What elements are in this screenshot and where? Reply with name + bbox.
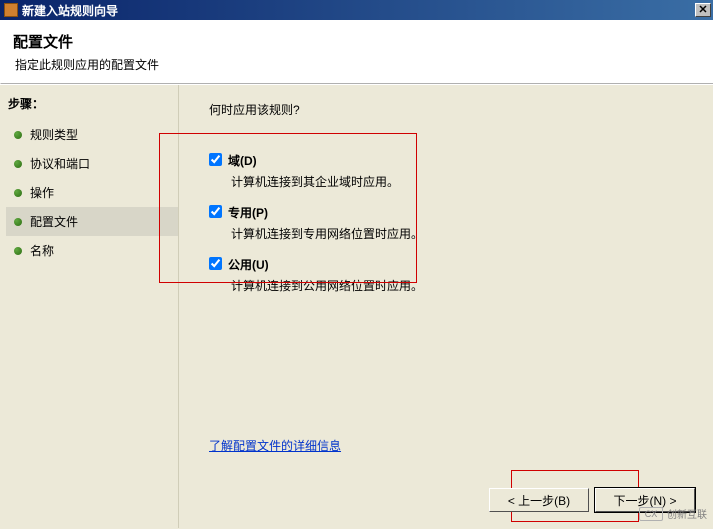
checkbox-row-domain: 域(D) [209, 152, 693, 169]
sidebar-title: 步骤： [8, 95, 178, 112]
next-button[interactable]: 下一步(N) > [595, 488, 695, 512]
sidebar-step-profile[interactable]: 配置文件 [6, 207, 178, 236]
page-title: 配置文件 [13, 31, 701, 52]
step-label: 协议和端口 [30, 155, 90, 172]
checkbox-private[interactable] [209, 205, 222, 218]
bullet-icon [14, 131, 22, 139]
checkbox-label-private: 专用(P) [228, 204, 268, 221]
window-title: 新建入站规则向导 [22, 2, 695, 19]
back-button[interactable]: < 上一步(B) [489, 488, 589, 512]
checkbox-label-domain: 域(D) [228, 152, 257, 169]
learn-more-link[interactable]: 了解配置文件的详细信息 [209, 437, 341, 454]
sidebar-step-name[interactable]: 名称 [6, 236, 178, 265]
step-label: 规则类型 [30, 126, 78, 143]
checkbox-desc-domain: 计算机连接到其企业域时应用。 [231, 173, 693, 190]
wizard-main: 何时应用该规则? 域(D) 计算机连接到其企业域时应用。 专用(P) 计算机连接… [178, 85, 713, 528]
checkbox-desc-public: 计算机连接到公用网络位置时应用。 [231, 277, 693, 294]
page-description: 指定此规则应用的配置文件 [15, 56, 701, 73]
checkbox-row-private: 专用(P) [209, 204, 693, 221]
titlebar: 新建入站规则向导 ✕ [0, 0, 713, 20]
checkbox-label-public: 公用(U) [228, 256, 269, 273]
app-icon [4, 3, 18, 17]
step-label: 名称 [30, 242, 54, 259]
bullet-icon [14, 160, 22, 168]
checkbox-desc-private: 计算机连接到专用网络位置时应用。 [231, 225, 693, 242]
sidebar-step-protocol-port[interactable]: 协议和端口 [6, 149, 178, 178]
bullet-icon [14, 247, 22, 255]
sidebar-step-rule-type[interactable]: 规则类型 [6, 120, 178, 149]
checkbox-public[interactable] [209, 257, 222, 270]
bullet-icon [14, 189, 22, 197]
close-button[interactable]: ✕ [695, 3, 711, 17]
checkbox-domain[interactable] [209, 153, 222, 166]
bullet-icon [14, 218, 22, 226]
question-text: 何时应用该规则? [209, 101, 693, 118]
wizard-body: 步骤： 规则类型 协议和端口 操作 配置文件 名称 何时应用该规则? [0, 84, 713, 528]
checkbox-row-public: 公用(U) [209, 256, 693, 273]
step-label: 操作 [30, 184, 54, 201]
wizard-header: 配置文件 指定此规则应用的配置文件 [0, 20, 713, 84]
step-label: 配置文件 [30, 213, 78, 230]
wizard-button-row: < 上一步(B) 下一步(N) > [489, 488, 695, 512]
sidebar-step-action[interactable]: 操作 [6, 178, 178, 207]
wizard-sidebar: 步骤： 规则类型 协议和端口 操作 配置文件 名称 [0, 85, 178, 528]
